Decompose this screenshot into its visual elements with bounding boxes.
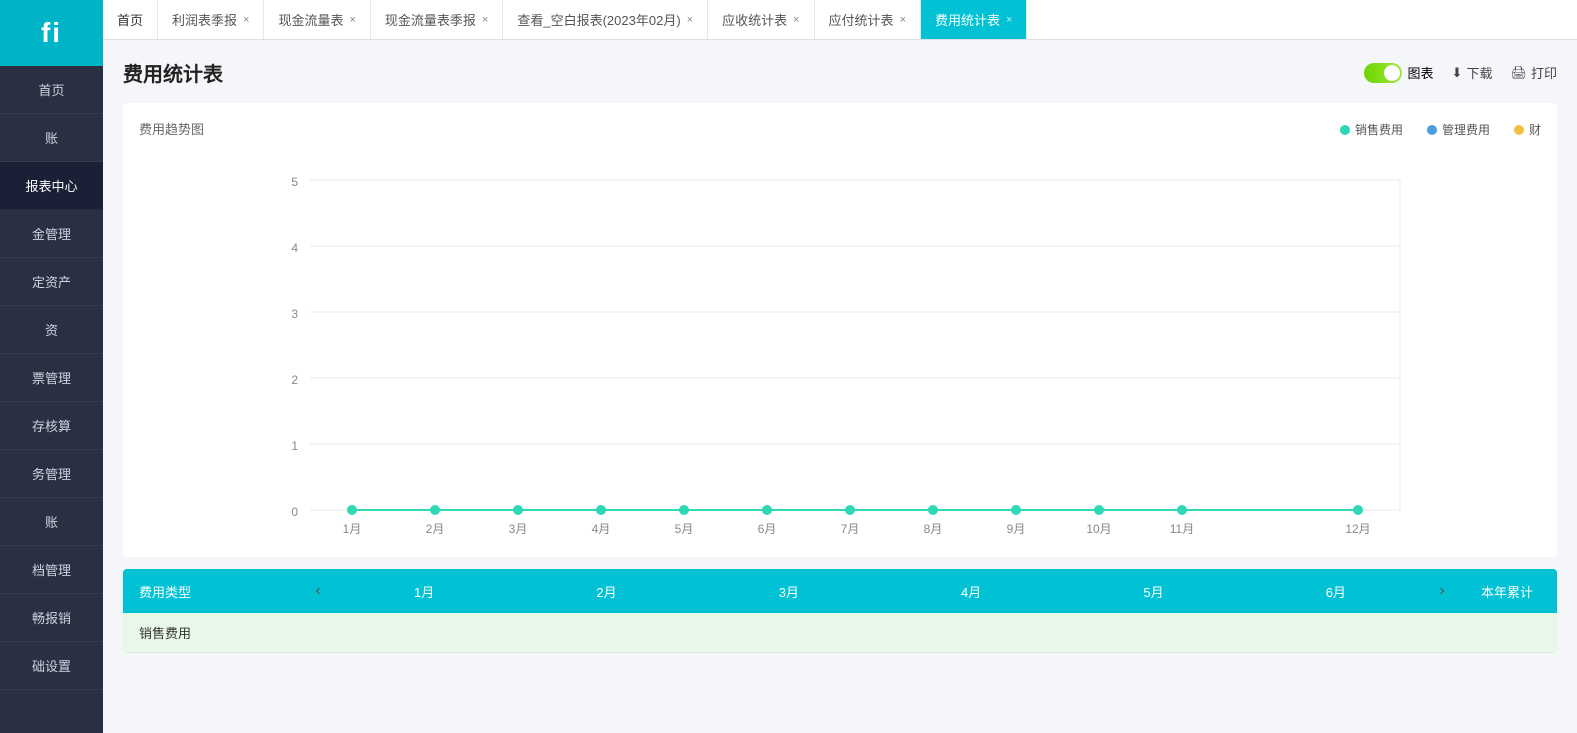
svg-text:5月: 5月 (675, 522, 694, 536)
svg-text:3: 3 (291, 307, 298, 321)
chart-svg-wrap: 5 4 3 2 1 0 (139, 158, 1541, 541)
page-title: 费用统计表 (123, 58, 223, 87)
tab-close-profit-quarterly[interactable]: × (243, 14, 249, 26)
main-area: 首页 利润表季报 × 现金流量表 × 现金流量表季报 × 查看_空白报表(202… (103, 0, 1577, 733)
legend-sales: 销售费用 (1340, 121, 1403, 138)
tab-blank-report[interactable]: 查看_空白报表(2023年02月) × (503, 0, 708, 39)
svg-text:8月: 8月 (924, 522, 943, 536)
sidebar-item-service[interactable]: 务管理 (0, 450, 103, 498)
sidebar-logo: fi (0, 0, 103, 66)
chart-container: 费用趋势图 销售费用 管理费用 财 (123, 103, 1557, 557)
sidebar-item-cash[interactable]: 金管理 (0, 210, 103, 258)
svg-text:0: 0 (291, 505, 298, 519)
svg-text:10月: 10月 (1086, 522, 1111, 536)
content-area: 费用统计表 图表 ⬇ 下载 🖨 打印 费用趋势图 (103, 40, 1577, 733)
sidebar-item-account[interactable]: 账 (0, 114, 103, 162)
svg-text:9月: 9月 (1007, 522, 1026, 536)
table-header-row: 费用类型 ‹ 1月 2月 3月 4月 5月 6月 › 本年累计 (123, 569, 1557, 613)
svg-text:4月: 4月 (592, 522, 611, 536)
legend-sales-label: 销售费用 (1355, 121, 1403, 138)
tab-payable[interactable]: 应付统计表 × (815, 0, 921, 39)
th-ytd: 本年累计 (1457, 582, 1557, 601)
svg-text:3月: 3月 (509, 522, 528, 536)
sidebar-item-reports[interactable]: 报表中心 (0, 162, 103, 210)
table-row: 销售费用 (123, 613, 1557, 653)
sidebar-item-invoice[interactable]: 票管理 (0, 354, 103, 402)
tab-expense[interactable]: 费用统计表 × (921, 0, 1027, 39)
tab-close-receivable[interactable]: × (793, 14, 799, 26)
legend-finance-dot (1514, 125, 1524, 135)
header-actions: 图表 ⬇ 下载 🖨 打印 (1364, 63, 1557, 83)
sidebar-item-ledger[interactable]: 账 (0, 498, 103, 546)
chart-toggle[interactable] (1364, 63, 1402, 83)
trend-chart: 5 4 3 2 1 0 (139, 158, 1541, 538)
sidebar-item-home[interactable]: 首页 (0, 66, 103, 114)
svg-text:2月: 2月 (426, 522, 445, 536)
th-next-arrow[interactable]: › (1427, 582, 1457, 600)
legend-sales-dot (1340, 125, 1350, 135)
svg-text:2: 2 (291, 373, 298, 387)
svg-text:1月: 1月 (343, 522, 362, 536)
tab-close-cashflow[interactable]: × (349, 14, 355, 26)
tab-profit-quarterly[interactable]: 利润表季报 × (158, 0, 264, 39)
chart-legend: 销售费用 管理费用 财 (1340, 121, 1541, 138)
legend-admin: 管理费用 (1427, 121, 1490, 138)
tab-home[interactable]: 首页 (103, 0, 158, 39)
th-month-2: 2月 (515, 582, 697, 601)
th-month-1: 1月 (333, 582, 515, 601)
legend-finance-label: 财 (1529, 121, 1541, 138)
svg-text:7月: 7月 (841, 522, 860, 536)
td-expense-type: 销售费用 (123, 623, 303, 642)
sidebar-item-assets[interactable]: 定资产 (0, 258, 103, 306)
tab-close-payable[interactable]: × (900, 14, 906, 26)
sidebar-item-inventory[interactable]: 存核算 (0, 402, 103, 450)
th-expense-type: 费用类型 (123, 582, 303, 601)
th-month-4: 4月 (880, 582, 1062, 601)
svg-text:12月: 12月 (1345, 522, 1370, 536)
th-month-3: 3月 (698, 582, 880, 601)
sidebar-item-capital[interactable]: 资 (0, 306, 103, 354)
tab-bar: 首页 利润表季报 × 现金流量表 × 现金流量表季报 × 查看_空白报表(202… (103, 0, 1577, 40)
svg-text:5: 5 (291, 175, 298, 189)
download-icon: ⬇ (1452, 65, 1463, 81)
tab-close-expense[interactable]: × (1006, 14, 1012, 26)
tab-close-blank-report[interactable]: × (687, 14, 693, 26)
th-month-6: 6月 (1245, 582, 1427, 601)
tab-close-cashflow-quarterly[interactable]: × (482, 14, 488, 26)
print-button[interactable]: 🖨 打印 (1510, 63, 1557, 82)
sidebar-item-reimbursement[interactable]: 畅报销 (0, 594, 103, 642)
tab-receivable[interactable]: 应收统计表 × (708, 0, 814, 39)
legend-admin-dot (1427, 125, 1437, 135)
sidebar-item-settings[interactable]: 础设置 (0, 642, 103, 690)
svg-text:4: 4 (291, 241, 298, 255)
th-month-5: 5月 (1062, 582, 1244, 601)
chart-toggle-label: 图表 (1408, 63, 1434, 82)
tab-cashflow-quarterly[interactable]: 现金流量表季报 × (371, 0, 503, 39)
legend-admin-label: 管理费用 (1442, 121, 1490, 138)
svg-text:11月: 11月 (1170, 522, 1194, 536)
print-icon: 🖨 (1510, 65, 1527, 81)
data-table: 费用类型 ‹ 1月 2月 3月 4月 5月 6月 › 本年累计 销售费用 (123, 569, 1557, 653)
sidebar-item-archive[interactable]: 档管理 (0, 546, 103, 594)
svg-text:1: 1 (291, 439, 298, 453)
sidebar: fi 首页 账 报表中心 金管理 定资产 资 票管理 存核算 务管理 账 档管理… (0, 0, 103, 733)
chart-toggle-wrap: 图表 (1364, 63, 1434, 83)
download-button[interactable]: ⬇ 下载 (1452, 63, 1493, 82)
tab-cashflow[interactable]: 现金流量表 × (264, 0, 370, 39)
legend-finance: 财 (1514, 121, 1541, 138)
th-prev-arrow[interactable]: ‹ (303, 582, 333, 600)
svg-text:6月: 6月 (758, 522, 777, 536)
page-header: 费用统计表 图表 ⬇ 下载 🖨 打印 (123, 58, 1557, 87)
chart-title: 费用趋势图 (139, 119, 204, 138)
